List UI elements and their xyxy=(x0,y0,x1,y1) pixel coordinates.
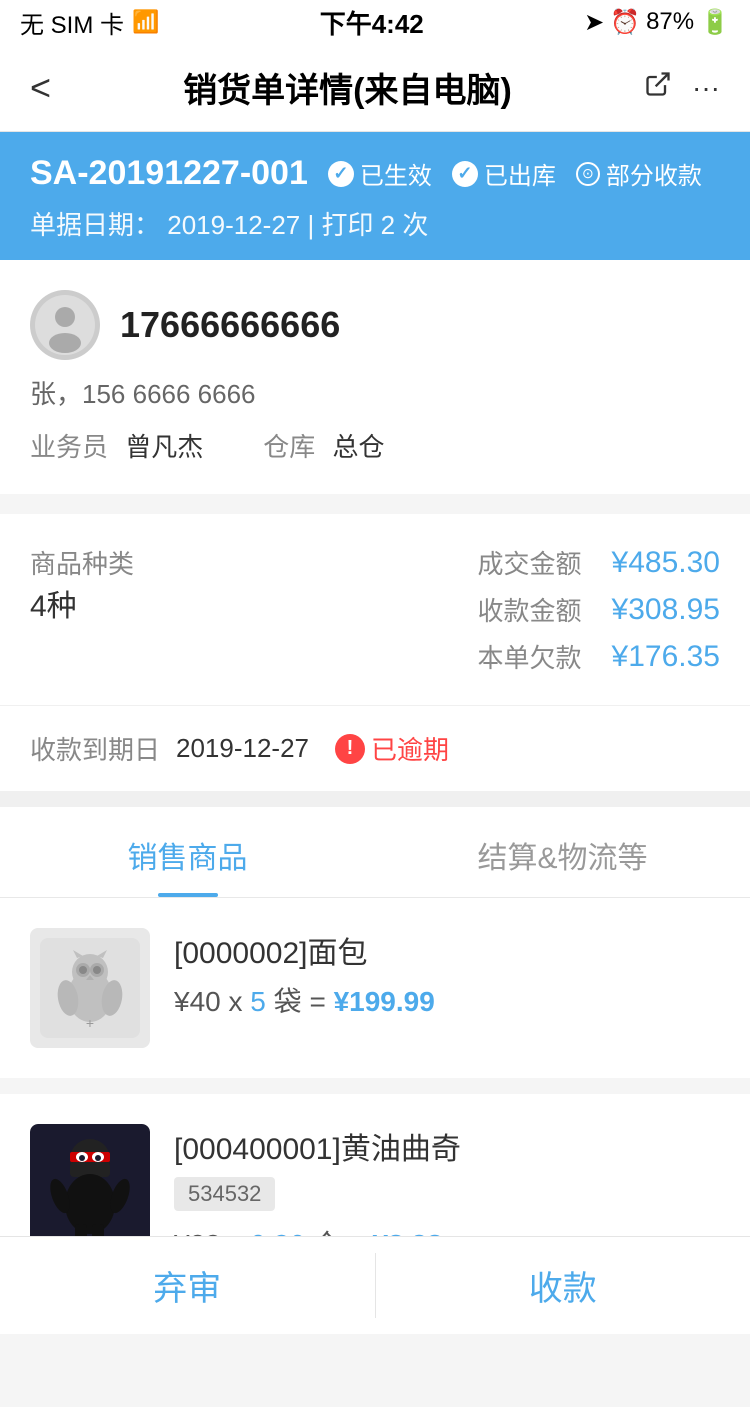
price-eq-1: = xyxy=(309,986,333,1017)
tab-settlement-label: 结算&物流等 xyxy=(477,842,647,875)
warehouse-label: 仓库 xyxy=(263,432,315,462)
battery-icon: 🔋 xyxy=(700,8,730,37)
product-thumbnail-1: + xyxy=(30,928,150,1048)
deal-amount-value: ¥485.30 xyxy=(612,546,720,580)
deal-amount-label: 成交金额 xyxy=(478,544,582,581)
nav-right: ··· xyxy=(644,70,720,105)
order-date: 2019-12-27 xyxy=(167,210,300,240)
status-text-3: 部分收款 xyxy=(606,156,702,191)
status-left: 无 SIM 卡 📶 xyxy=(20,5,159,40)
check-icon-1: ✓ xyxy=(328,161,354,187)
svg-text:+: + xyxy=(86,1015,94,1031)
customer-meta: 业务员 曾凡杰 仓库 总仓 xyxy=(30,427,720,464)
nav-left: < xyxy=(30,67,51,109)
share-button[interactable] xyxy=(644,70,672,105)
status-bar: 无 SIM 卡 📶 下午4:42 ➤ ⏰ 87% 🔋 xyxy=(0,0,750,44)
tab-products-label: 销售商品 xyxy=(128,842,248,875)
due-section: 收款到期日 2019-12-27 ! 已逾期 xyxy=(0,705,750,791)
product-price-1: ¥40 x 5 袋 = ¥199.99 xyxy=(174,980,720,1020)
product-name-2: [000400001]黄油曲奇 xyxy=(174,1124,720,1168)
received-amount-row: 收款金额 ¥308.95 xyxy=(478,591,720,628)
unit-value-1: 袋 xyxy=(274,986,302,1017)
overdue-text: 已逾期 xyxy=(371,730,449,767)
stats-left: 商品种类 4种 xyxy=(30,544,134,625)
status-text-1: 已生效 xyxy=(360,156,432,191)
due-date-value: 2019-12-27 xyxy=(176,733,309,764)
back-button[interactable]: < xyxy=(30,67,51,109)
warehouse-value: 总仓 xyxy=(333,432,385,462)
salesperson-value: 曾凡杰 xyxy=(125,432,203,462)
stats-section: 商品种类 4种 成交金额 ¥485.30 收款金额 ¥308.95 本单欠款 ¥… xyxy=(0,514,750,705)
tab-products[interactable]: 销售商品 xyxy=(0,807,375,897)
customer-phone: 17666666666 xyxy=(120,304,340,346)
tabs-bar: 销售商品 结算&物流等 xyxy=(0,807,750,898)
overdue-icon: ! xyxy=(335,734,365,764)
salesperson-label: 业务员 xyxy=(30,432,108,462)
wifi-icon: 📶 xyxy=(132,9,159,35)
print-info: | 打印 2 次 xyxy=(307,210,428,240)
product-name-1: [0000002]面包 xyxy=(174,928,720,972)
status-badge-effective: ✓ 已生效 xyxy=(328,156,432,191)
more-button[interactable]: ··· xyxy=(692,72,720,104)
product-item: + [0000002]面包 ¥40 x 5 袋 = ¥199.99 xyxy=(0,898,750,1078)
product-badge-2: 534532 xyxy=(174,1177,275,1211)
status-right: ➤ ⏰ 87% 🔋 xyxy=(584,8,730,37)
order-id-row: SA-20191227-001 ✓ 已生效 ✓ 已出库 ⊙ 部分收款 xyxy=(30,154,720,193)
status-time: 下午4:42 xyxy=(320,4,424,41)
overdue-badge: ! 已逾期 xyxy=(335,730,449,767)
nav-bar: < 销货单详情(来自电脑) ··· xyxy=(0,44,750,132)
due-label: 收款到期日 xyxy=(30,730,160,767)
product-thumbnail-2: diamond whale xyxy=(30,1124,150,1244)
product-kind-value: 4种 xyxy=(30,581,134,625)
customer-avatar xyxy=(30,290,100,360)
cancel-button[interactable]: 弃审 xyxy=(0,1237,375,1334)
order-date-row: 单据日期： 2019-12-27 | 打印 2 次 xyxy=(30,205,720,242)
status-text-2: 已出库 xyxy=(484,156,556,191)
received-amount-value: ¥308.95 xyxy=(612,593,720,627)
price-value-1: ¥40 xyxy=(174,986,221,1017)
product-kind-label: 商品种类 xyxy=(30,544,134,581)
stats-right: 成交金额 ¥485.30 收款金额 ¥308.95 本单欠款 ¥176.35 xyxy=(478,544,720,675)
salesperson-info: 业务员 曾凡杰 xyxy=(30,427,203,464)
debt-amount-label: 本单欠款 xyxy=(478,638,582,675)
order-header: SA-20191227-001 ✓ 已生效 ✓ 已出库 ⊙ 部分收款 单据日期：… xyxy=(0,132,750,260)
tab-settlement[interactable]: 结算&物流等 xyxy=(375,807,750,897)
section-divider xyxy=(0,791,750,807)
price-x-1: x xyxy=(229,986,251,1017)
total-value-1: ¥199.99 xyxy=(334,986,435,1017)
battery-text: 87% xyxy=(646,8,694,36)
page-title: 销货单详情(来自电脑) xyxy=(183,63,512,112)
confirm-button[interactable]: 收款 xyxy=(376,1237,750,1334)
customer-row: 17666666666 xyxy=(30,290,720,360)
customer-section: 17666666666 张，156 6666 6666 业务员 曾凡杰 仓库 总… xyxy=(0,260,750,494)
date-label: 单据日期： xyxy=(30,210,160,240)
product-list: + [0000002]面包 ¥40 x 5 袋 = ¥199.99 xyxy=(0,898,750,1293)
order-id: SA-20191227-001 xyxy=(30,154,308,193)
deal-amount-row: 成交金额 ¥485.30 xyxy=(478,544,720,581)
carrier-text: 无 SIM 卡 xyxy=(20,5,124,40)
check-icon-2: ✓ xyxy=(452,161,478,187)
received-amount-label: 收款金额 xyxy=(478,591,582,628)
debt-amount-row: 本单欠款 ¥176.35 xyxy=(478,638,720,675)
bottom-bar: 弃审 收款 xyxy=(0,1236,750,1334)
qty-value-1: 5 xyxy=(250,986,266,1017)
location-icon: ➤ xyxy=(584,8,604,37)
status-badge-partial: ⊙ 部分收款 xyxy=(576,156,702,191)
product-info-1: [0000002]面包 ¥40 x 5 袋 = ¥199.99 xyxy=(174,928,720,1020)
debt-amount-value: ¥176.35 xyxy=(612,640,720,674)
customer-name-phone: 张，156 6666 6666 xyxy=(30,374,720,411)
alarm-icon: ⏰ xyxy=(610,8,640,37)
warehouse-info: 仓库 总仓 xyxy=(263,427,384,464)
clock-icon: ⊙ xyxy=(576,162,600,186)
status-badge-shipped: ✓ 已出库 xyxy=(452,156,556,191)
